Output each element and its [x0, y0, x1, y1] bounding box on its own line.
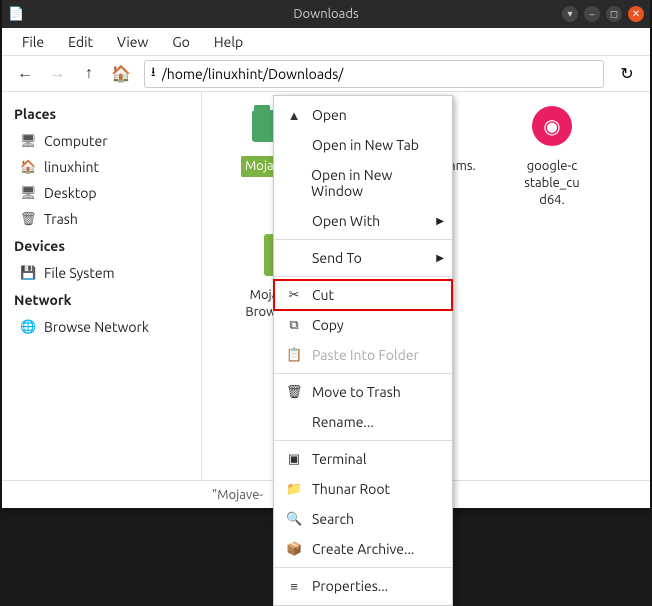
submenu-arrow-icon: ▶	[436, 252, 444, 264]
menubar: File Edit View Go Help	[2, 28, 650, 56]
sidebar-item-computer[interactable]: 🖥 Computer	[2, 128, 201, 154]
sidebar-item-label: Trash	[44, 211, 78, 227]
status-text: "Mojave-	[212, 488, 263, 502]
window-controls: ▾ – ◻ ✕	[562, 6, 644, 22]
menu-file[interactable]: File	[10, 30, 56, 54]
cm-label: Copy	[312, 317, 344, 333]
cm-thunar-root[interactable]: 📁 Thunar Root	[274, 474, 452, 504]
sidebar-item-filesystem[interactable]: 💾 File System	[2, 260, 201, 286]
menu-help[interactable]: Help	[202, 30, 255, 54]
cm-open-with[interactable]: Open With ▶	[274, 206, 452, 236]
cm-label: Move to Trash	[312, 384, 401, 400]
separator	[274, 440, 452, 441]
context-menu: ▲ Open Open in New Tab Open in New Window…	[273, 95, 453, 606]
separator	[274, 276, 452, 277]
sidebar-item-trash[interactable]: 🗑 Trash	[2, 206, 201, 232]
cm-paste-into-folder: 📋 Paste Into Folder	[274, 340, 452, 370]
sidebar-item-label: Browse Network	[44, 319, 149, 335]
path-input[interactable]	[162, 66, 597, 82]
cm-cut[interactable]: ✂ Cut	[274, 280, 452, 310]
terminal-icon: ▣	[286, 452, 302, 467]
cm-properties[interactable]: ≡ Properties...	[274, 571, 452, 601]
reload-button[interactable]: ↻	[612, 60, 642, 88]
cm-label: Cut	[312, 287, 334, 303]
cm-label: Open	[312, 107, 347, 123]
file-label: google-cstable_cud64.	[520, 156, 583, 211]
paste-icon: 📋	[286, 348, 302, 363]
up-button[interactable]: ↑	[74, 60, 104, 88]
section-places: Places	[2, 100, 201, 128]
separator	[274, 373, 452, 374]
minimize-button[interactable]: ▾	[562, 6, 578, 22]
cm-label: Thunar Root	[312, 481, 390, 497]
cm-create-archive[interactable]: 📦 Create Archive...	[274, 534, 452, 564]
separator	[274, 567, 452, 568]
open-file-icon: 📄	[8, 7, 24, 22]
cm-open-new-tab[interactable]: Open in New Tab	[274, 130, 452, 160]
maximize-button[interactable]: ◻	[606, 6, 622, 22]
network-icon: 🌐	[20, 320, 36, 335]
cm-label: Create Archive...	[312, 541, 414, 557]
menu-go[interactable]: Go	[160, 30, 201, 54]
sidebar-item-label: linuxhint	[44, 159, 99, 175]
cm-label: Open in New Tab	[312, 137, 419, 153]
disk-icon: 💾	[20, 266, 36, 281]
cm-terminal[interactable]: ▣ Terminal	[274, 444, 452, 474]
cm-copy[interactable]: ⧉ Copy	[274, 310, 452, 340]
cm-open[interactable]: ▲ Open	[274, 100, 452, 130]
download-icon: ⭳	[151, 63, 156, 85]
minimize2-button[interactable]: –	[584, 6, 600, 22]
open-icon: ▲	[286, 108, 302, 123]
cm-label: Terminal	[312, 451, 367, 467]
cm-label: Rename...	[312, 414, 374, 430]
home-button[interactable]: 🏠	[106, 60, 136, 88]
cm-label: Open With	[312, 213, 380, 229]
cm-label: Open in New Window	[311, 167, 440, 199]
copy-icon: ⧉	[286, 318, 302, 333]
cm-label: Properties...	[312, 578, 388, 594]
cut-icon: ✂	[286, 288, 302, 303]
menu-edit[interactable]: Edit	[56, 30, 105, 54]
cm-label: Paste Into Folder	[312, 347, 419, 363]
cm-rename[interactable]: Rename...	[274, 407, 452, 437]
cm-move-to-trash[interactable]: 🗑 Move to Trash	[274, 377, 452, 407]
computer-icon: 🖥	[20, 134, 36, 149]
archive-icon: 📦	[286, 542, 302, 557]
folder-icon: 📁	[286, 482, 302, 497]
trash-icon: 🗑	[20, 212, 36, 227]
menu-view[interactable]: View	[105, 30, 160, 54]
separator	[274, 239, 452, 240]
cm-label: Search	[312, 511, 354, 527]
close-button[interactable]: ✕	[628, 6, 644, 22]
file-item[interactable]: ◉ google-cstable_cud64.	[492, 102, 612, 211]
sidebar: Places 🖥 Computer 🏠 linuxhint 🖥 Desktop 🗑 Tr…	[2, 92, 202, 480]
cm-open-new-window[interactable]: Open in New Window	[274, 160, 452, 206]
properties-icon: ≡	[286, 579, 302, 594]
cm-search[interactable]: 🔍 Search	[274, 504, 452, 534]
sidebar-item-label: Desktop	[44, 185, 97, 201]
sidebar-item-home[interactable]: 🏠 linuxhint	[2, 154, 201, 180]
trash-icon: 🗑	[286, 385, 302, 400]
submenu-arrow-icon: ▶	[436, 215, 444, 227]
chrome-icon: ◉	[528, 102, 576, 150]
cm-label: Send To	[312, 250, 362, 266]
desktop-icon: 🖥	[20, 186, 36, 201]
sidebar-item-label: Computer	[44, 133, 108, 149]
sidebar-item-desktop[interactable]: 🖥 Desktop	[2, 180, 201, 206]
toolbar: ← → ↑ 🏠 ⭳ ↻	[2, 56, 650, 92]
section-devices: Devices	[2, 232, 201, 260]
sidebar-item-browse-network[interactable]: 🌐 Browse Network	[2, 314, 201, 340]
pathbar[interactable]: ⭳	[144, 60, 604, 88]
search-icon: 🔍	[286, 512, 302, 527]
forward-button[interactable]: →	[42, 60, 72, 88]
home-icon: 🏠	[20, 160, 36, 175]
back-button[interactable]: ←	[10, 60, 40, 88]
sidebar-item-label: File System	[44, 265, 115, 281]
titlebar: 📄 Downloads ▾ – ◻ ✕	[2, 0, 650, 28]
window-title: Downloads	[293, 7, 358, 21]
section-network: Network	[2, 286, 201, 314]
cm-send-to[interactable]: Send To ▶	[274, 243, 452, 273]
